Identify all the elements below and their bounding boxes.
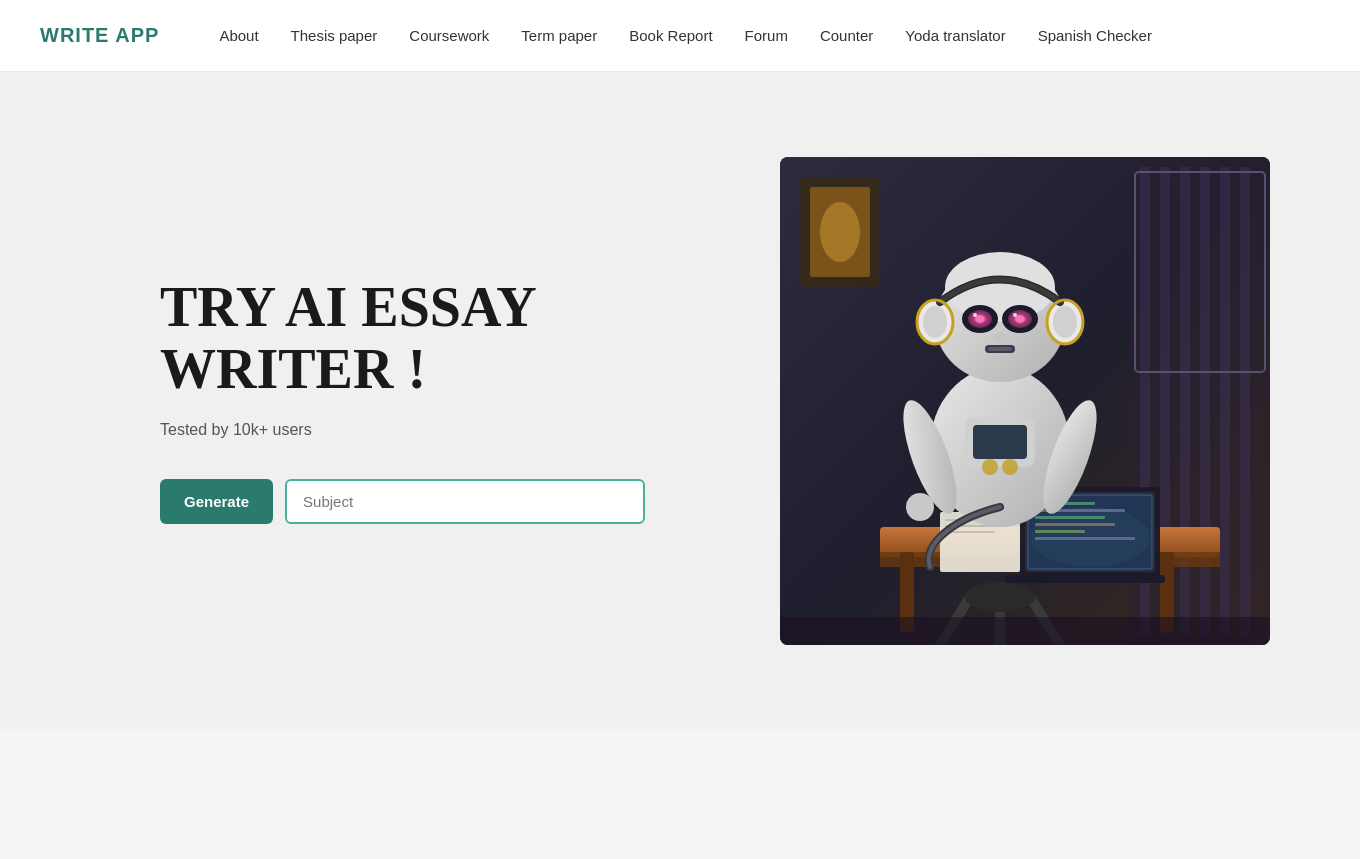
svg-rect-58 bbox=[988, 347, 1012, 351]
site-logo[interactable]: WRITE APP bbox=[40, 24, 159, 47]
svg-point-55 bbox=[1013, 313, 1017, 317]
nav-item-thesis[interactable]: Thesis paper bbox=[291, 27, 378, 44]
svg-rect-33 bbox=[973, 425, 1027, 459]
nav-item-coursework[interactable]: Coursework bbox=[409, 27, 489, 44]
hero-section: TRY AI ESSAY WRITER ! Tested by 10k+ use… bbox=[0, 72, 1360, 729]
main-nav: About Thesis paper Coursework Term paper… bbox=[219, 27, 1152, 44]
hero-form: Generate bbox=[160, 479, 740, 524]
hero-robot-image bbox=[780, 157, 1270, 645]
hero-subtitle: Tested by 10k+ users bbox=[160, 421, 740, 439]
svg-point-34 bbox=[982, 459, 998, 475]
svg-point-37 bbox=[906, 493, 934, 521]
hero-title: TRY AI ESSAY WRITER ! bbox=[160, 277, 740, 400]
nav-item-term-paper[interactable]: Term paper bbox=[521, 27, 597, 44]
svg-point-35 bbox=[1002, 459, 1018, 475]
nav-item-counter[interactable]: Counter bbox=[820, 27, 873, 44]
svg-point-45 bbox=[1053, 306, 1077, 338]
nav-item-about[interactable]: About bbox=[219, 27, 258, 44]
nav-item-book-report[interactable]: Book Report bbox=[629, 27, 712, 44]
svg-point-60 bbox=[1030, 507, 1150, 567]
svg-point-3 bbox=[820, 202, 860, 262]
nav-item-spanish[interactable]: Spanish Checker bbox=[1038, 27, 1152, 44]
svg-rect-61 bbox=[780, 617, 1270, 645]
hero-title-line2: WRITER ! bbox=[160, 338, 426, 400]
nav-item-yoda[interactable]: Yoda translator bbox=[905, 27, 1005, 44]
site-header: WRITE APP About Thesis paper Coursework … bbox=[0, 0, 1360, 72]
svg-rect-10 bbox=[1240, 167, 1250, 635]
svg-point-43 bbox=[923, 306, 947, 338]
subject-input[interactable] bbox=[285, 479, 645, 524]
svg-point-59 bbox=[965, 582, 1035, 612]
hero-content: TRY AI ESSAY WRITER ! Tested by 10k+ use… bbox=[160, 277, 740, 523]
hero-title-line1: TRY AI ESSAY bbox=[160, 276, 537, 338]
svg-rect-26 bbox=[1005, 575, 1165, 583]
nav-item-forum[interactable]: Forum bbox=[745, 27, 788, 44]
below-hero bbox=[0, 729, 1360, 859]
generate-button[interactable]: Generate bbox=[160, 479, 273, 524]
svg-point-56 bbox=[994, 333, 1006, 341]
svg-rect-9 bbox=[1220, 167, 1230, 635]
svg-point-54 bbox=[973, 313, 977, 317]
